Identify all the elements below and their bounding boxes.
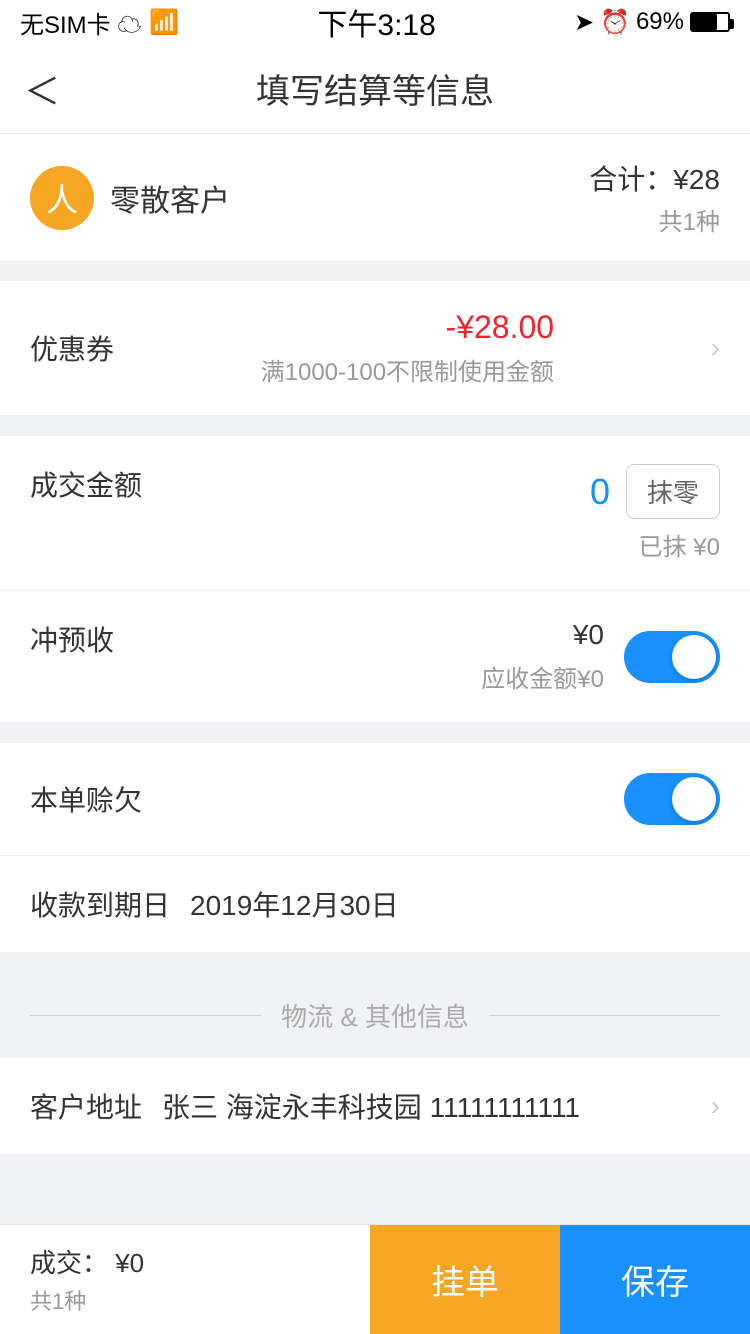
deal-amount-value[interactable]: 0: [590, 471, 610, 513]
deal-amount-right: 0 抹零 已抹 ¥0: [590, 464, 720, 562]
wifi-icon: 📶: [149, 8, 179, 37]
prepayment-sub: 应收金额¥0: [481, 659, 604, 694]
status-bar: 无SIM卡 ☁ 📶 下午3:18 ➤ ⏰ 69%: [0, 0, 750, 44]
customer-row: 人 零散客户 合计：¥28 共1种: [0, 134, 750, 261]
battery-icon: [690, 12, 730, 32]
prepayment-toggle[interactable]: [624, 631, 720, 683]
due-date-row: 收款到期日 2019年12月30日: [0, 856, 750, 953]
battery-label: 69%: [636, 8, 684, 36]
customer-count: 共1种: [589, 202, 720, 237]
bottom-summary-amount: 成交： ¥0: [30, 1243, 340, 1280]
bottom-summary: 成交： ¥0 共1种: [0, 1243, 370, 1316]
content-area: 人 零散客户 合计：¥28 共1种 优惠券 -¥28.00 满1000-100不…: [0, 134, 750, 1295]
due-date-value[interactable]: 2019年12月30日: [190, 884, 399, 924]
alarm-icon: ⏰: [600, 8, 630, 37]
coupon-section: 优惠券 -¥28.00 满1000-100不限制使用金额 ›: [0, 281, 750, 416]
deal-amount-label: 成交金额: [30, 464, 142, 504]
round-zero-button[interactable]: 抹零: [626, 464, 720, 519]
prepayment-right: ¥0 应收金额¥0: [481, 619, 720, 694]
address-arrow-icon: ›: [711, 1090, 720, 1122]
save-button[interactable]: 保存: [560, 1225, 750, 1334]
address-section: 客户地址 张三 海淀永丰科技园 11111111111 ›: [0, 1058, 750, 1155]
coupon-label: 优惠券: [30, 328, 114, 368]
prepayment-value: ¥0: [481, 619, 604, 651]
address-row[interactable]: 客户地址 张三 海淀永丰科技园 11111111111 ›: [0, 1058, 750, 1155]
arrearage-toggle[interactable]: [624, 773, 720, 825]
customer-section: 人 零散客户 合计：¥28 共1种: [0, 134, 750, 261]
bottom-summary-count: 共1种: [30, 1284, 340, 1316]
deal-amount-sub: 已抹 ¥0: [590, 527, 720, 562]
divider-line-left: [30, 1015, 261, 1016]
coupon-arrow-icon: ›: [711, 332, 720, 364]
page-title: 填写结算等信息: [256, 64, 494, 113]
customer-summary: 合计：¥28 共1种: [589, 158, 720, 237]
prepayment-row: 冲预收 ¥0 应收金额¥0: [0, 591, 750, 723]
logistics-divider: 物流 & 其他信息: [0, 973, 750, 1058]
divider-line-right: [489, 1015, 720, 1016]
prepayment-label: 冲预收: [30, 619, 114, 659]
coupon-row[interactable]: 优惠券 -¥28.00 满1000-100不限制使用金额 ›: [0, 281, 750, 416]
address-value: 张三 海淀永丰科技园 11111111111: [162, 1086, 701, 1126]
deal-section: 成交金额 0 抹零 已抹 ¥0 冲预收 ¥0 应收金额¥0: [0, 436, 750, 723]
hold-order-button[interactable]: 挂单: [370, 1225, 560, 1334]
customer-avatar: 人: [30, 166, 94, 230]
logistics-label: 物流 & 其他信息: [281, 997, 469, 1034]
coupon-sub: 满1000-100不限制使用金额: [261, 352, 554, 387]
prepayment-values: ¥0 应收金额¥0: [481, 619, 604, 694]
avatar-icon: 人: [46, 175, 78, 221]
prepayment-toggle-knob: [672, 635, 716, 679]
customer-left: 人 零散客户: [30, 166, 230, 230]
arrearage-section: 本单赊欠 收款到期日 2019年12月30日: [0, 743, 750, 953]
sim-label: 无SIM卡 ☁: [20, 5, 141, 40]
due-date-label: 收款到期日: [30, 884, 170, 924]
customer-name: 零散客户: [110, 176, 230, 220]
status-right: ➤ ⏰ 69%: [574, 8, 730, 37]
status-time: 下午3:18: [317, 0, 435, 44]
arrearage-row: 本单赊欠: [0, 743, 750, 856]
bottom-bar: 成交： ¥0 共1种 挂单 保存: [0, 1224, 750, 1334]
nav-bar: ＜ 填写结算等信息: [0, 44, 750, 134]
customer-total: 合计：¥28: [589, 158, 720, 198]
arrearage-label: 本单赊欠: [30, 779, 142, 819]
arrearage-toggle-knob: [672, 777, 716, 821]
coupon-value: -¥28.00: [261, 309, 554, 346]
back-button[interactable]: ＜: [24, 63, 60, 115]
status-left: 无SIM卡 ☁ 📶: [20, 5, 179, 40]
address-label: 客户地址: [30, 1086, 142, 1126]
deal-amount-input-area: 0 抹零: [590, 464, 720, 519]
deal-amount-row: 成交金额 0 抹零 已抹 ¥0: [0, 436, 750, 591]
coupon-right: -¥28.00 满1000-100不限制使用金额: [261, 309, 554, 387]
location-icon: ➤: [574, 8, 594, 37]
